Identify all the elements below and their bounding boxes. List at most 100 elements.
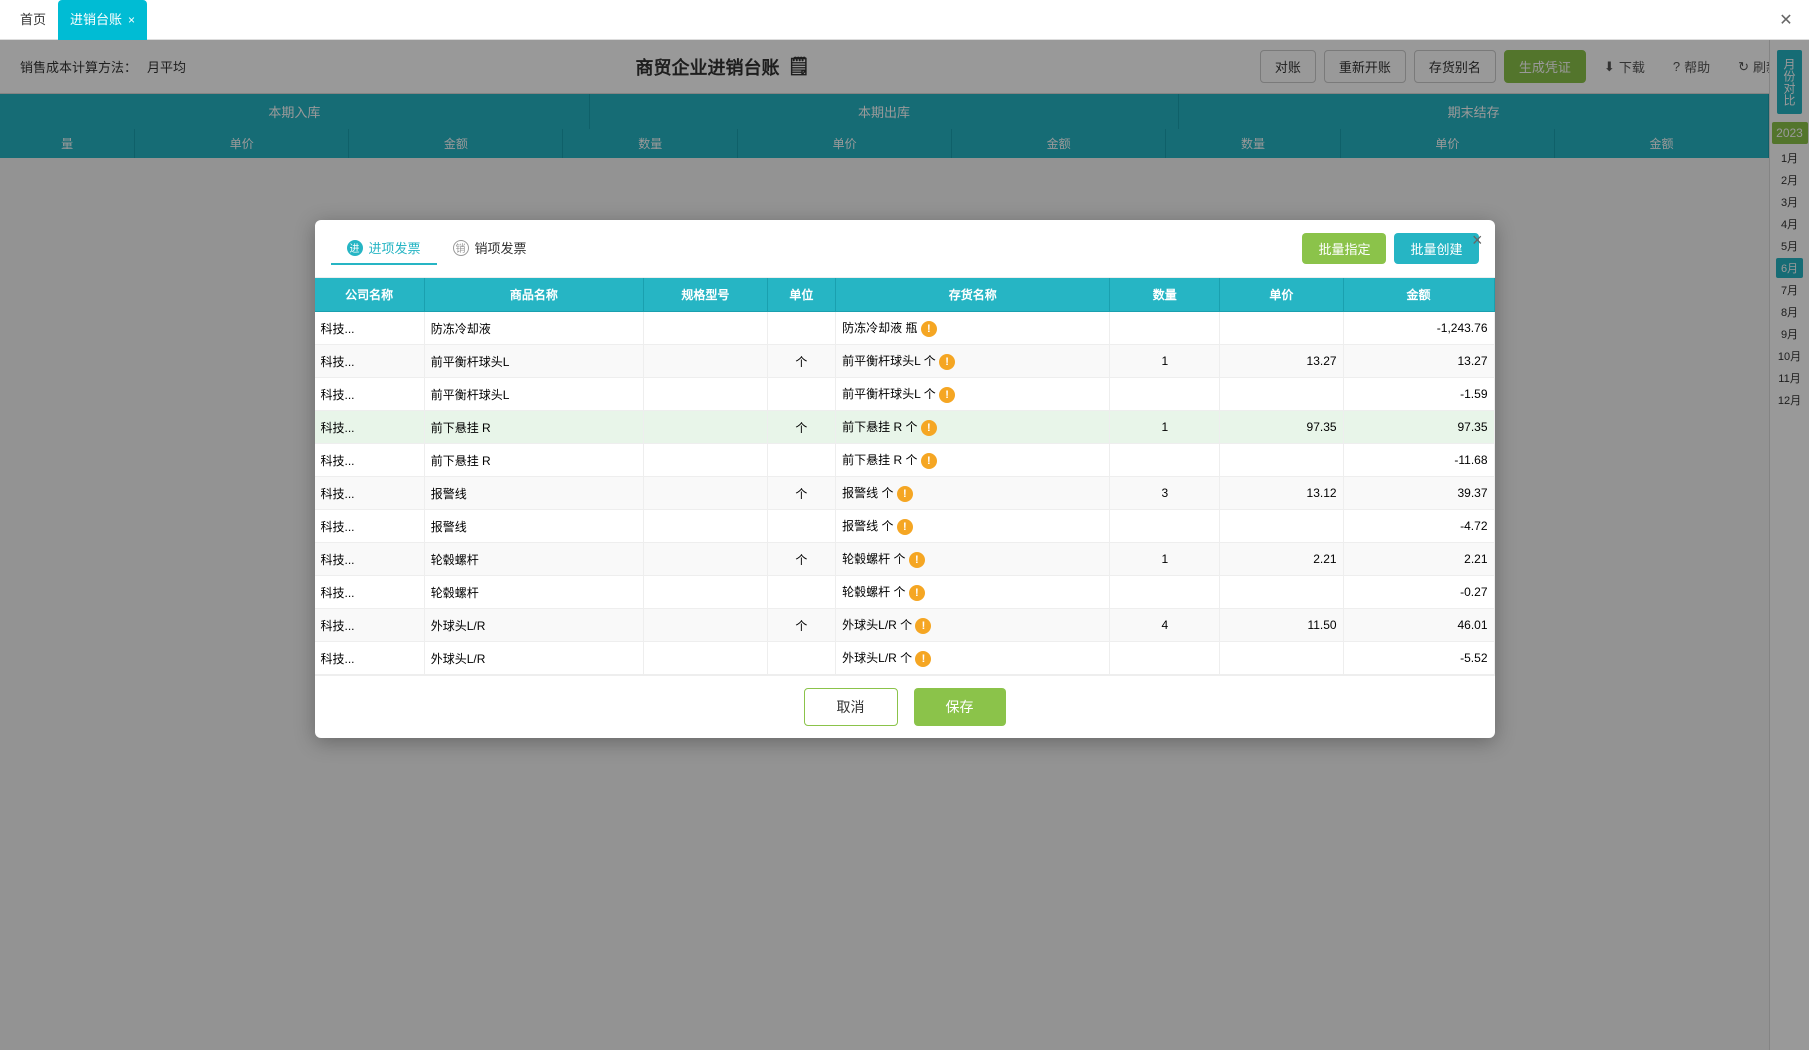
cell-qty <box>1110 510 1220 543</box>
cell-qty: 3 <box>1110 477 1220 510</box>
cell-price: 97.35 <box>1220 411 1343 444</box>
cell-amount: -5.52 <box>1343 642 1494 675</box>
cell-company: 科技... <box>315 444 425 477</box>
cell-company: 科技... <box>315 510 425 543</box>
cell-price <box>1220 312 1343 345</box>
invoice-table-body: 科技... 防冻冷却液 防冻冷却液 瓶 ! -1,243.76 科技... 前平… <box>315 312 1495 675</box>
cell-product-name: 前下悬挂 R <box>424 444 643 477</box>
app-close-button[interactable]: ✕ <box>1771 5 1801 35</box>
cell-product-name: 前平衡杆球头L <box>424 345 643 378</box>
warn-icon: ! <box>921 420 937 436</box>
table-row: 科技... 外球头L/R 外球头L/R 个 ! -5.52 <box>315 642 1495 675</box>
cell-price: 13.12 <box>1220 477 1343 510</box>
modal-tabs: 进 进项发票 销 销项发票 <box>331 232 543 265</box>
invoice-modal: 进 进项发票 销 销项发票 批量指定 批量创建 × <box>315 220 1495 738</box>
cell-qty <box>1110 312 1220 345</box>
col-stock-name: 存货名称 <box>836 278 1110 312</box>
save-button[interactable]: 保存 <box>914 688 1006 726</box>
table-header-row: 公司名称 商品名称 规格型号 单位 存货名称 数量 单价 金额 <box>315 278 1495 312</box>
cell-qty: 1 <box>1110 411 1220 444</box>
active-tab[interactable]: 进销台账 × <box>58 0 147 40</box>
cell-spec <box>644 444 767 477</box>
col-unit: 单位 <box>767 278 836 312</box>
cell-amount: 39.37 <box>1343 477 1494 510</box>
cell-spec <box>644 609 767 642</box>
cell-unit <box>767 444 836 477</box>
table-row: 科技... 报警线 报警线 个 ! -4.72 <box>315 510 1495 543</box>
cell-spec <box>644 477 767 510</box>
col-spec: 规格型号 <box>644 278 767 312</box>
col-qty: 数量 <box>1110 278 1220 312</box>
modal-close-button[interactable]: × <box>1472 230 1483 251</box>
table-row: 科技... 报警线 个 报警线 个 ! 3 13.12 39.37 <box>315 477 1495 510</box>
cell-amount: 13.27 <box>1343 345 1494 378</box>
cell-unit: 个 <box>767 609 836 642</box>
col-product-name: 商品名称 <box>424 278 643 312</box>
warn-icon: ! <box>909 552 925 568</box>
warn-icon: ! <box>939 354 955 370</box>
cancel-button[interactable]: 取消 <box>804 688 898 726</box>
col-amount: 金额 <box>1343 278 1494 312</box>
cell-unit: 个 <box>767 543 836 576</box>
table-row: 科技... 前下悬挂 R 前下悬挂 R 个 ! -11.68 <box>315 444 1495 477</box>
cell-qty <box>1110 576 1220 609</box>
in-invoice-icon: 进 <box>347 240 363 256</box>
warn-icon: ! <box>897 519 913 535</box>
cell-spec <box>644 543 767 576</box>
cell-stock-name: 前下悬挂 R 个 ! <box>836 411 1110 444</box>
warn-icon: ! <box>897 486 913 502</box>
in-invoice-label: 进项发票 <box>369 238 421 257</box>
cell-stock-name: 前平衡杆球头L 个 ! <box>836 345 1110 378</box>
cell-price <box>1220 378 1343 411</box>
home-tab[interactable]: 首页 <box>8 0 58 40</box>
cell-company: 科技... <box>315 345 425 378</box>
cell-spec <box>644 576 767 609</box>
cell-amount: 46.01 <box>1343 609 1494 642</box>
cell-unit: 个 <box>767 411 836 444</box>
cell-amount: -11.68 <box>1343 444 1494 477</box>
cell-spec <box>644 510 767 543</box>
cell-amount: -1.59 <box>1343 378 1494 411</box>
warn-icon: ! <box>915 651 931 667</box>
warn-icon: ! <box>921 321 937 337</box>
main-area: 销售成本计算方法： 月平均 商贸企业进销台账 🗒 对账 重新开账 存货别名 生成… <box>0 40 1809 1050</box>
cell-company: 科技... <box>315 642 425 675</box>
cell-qty: 1 <box>1110 543 1220 576</box>
tab-out-invoice[interactable]: 销 销项发票 <box>437 232 543 265</box>
tab-in-invoice[interactable]: 进 进项发票 <box>331 232 437 265</box>
active-tab-close[interactable]: × <box>128 0 135 40</box>
warn-icon: ! <box>915 618 931 634</box>
warn-icon: ! <box>909 585 925 601</box>
cell-product-name: 前平衡杆球头L <box>424 378 643 411</box>
col-price: 单价 <box>1220 278 1343 312</box>
warn-icon: ! <box>939 387 955 403</box>
batch-create-button[interactable]: 批量创建 <box>1394 233 1478 264</box>
col-company: 公司名称 <box>315 278 425 312</box>
cell-price <box>1220 510 1343 543</box>
cell-qty: 1 <box>1110 345 1220 378</box>
modal-footer: 取消 保存 <box>315 675 1495 738</box>
out-invoice-icon: 销 <box>453 240 469 256</box>
cell-company: 科技... <box>315 543 425 576</box>
cell-stock-name: 轮毂螺杆 个 ! <box>836 576 1110 609</box>
cell-company: 科技... <box>315 411 425 444</box>
batch-assign-button[interactable]: 批量指定 <box>1302 233 1386 264</box>
modal-overlay: 进 进项发票 销 销项发票 批量指定 批量创建 × <box>0 40 1809 1050</box>
modal-header: 进 进项发票 销 销项发票 批量指定 批量创建 × <box>315 220 1495 278</box>
modal-table-wrap[interactable]: 公司名称 商品名称 规格型号 单位 存货名称 数量 单价 金额 科技... 防冻… <box>315 278 1495 675</box>
invoice-table: 公司名称 商品名称 规格型号 单位 存货名称 数量 单价 金额 科技... 防冻… <box>315 278 1495 675</box>
cell-unit <box>767 378 836 411</box>
cell-unit: 个 <box>767 477 836 510</box>
cell-stock-name: 轮毂螺杆 个 ! <box>836 543 1110 576</box>
table-row: 科技... 外球头L/R 个 外球头L/R 个 ! 4 11.50 46.01 <box>315 609 1495 642</box>
cell-spec <box>644 312 767 345</box>
table-row: 科技... 前下悬挂 R 个 前下悬挂 R 个 ! 1 97.35 97.35 <box>315 411 1495 444</box>
cell-unit: 个 <box>767 345 836 378</box>
cell-product-name: 前下悬挂 R <box>424 411 643 444</box>
cell-stock-name: 外球头L/R 个 ! <box>836 609 1110 642</box>
table-row: 科技... 前平衡杆球头L 个 前平衡杆球头L 个 ! 1 13.27 13.2… <box>315 345 1495 378</box>
cell-product-name: 报警线 <box>424 477 643 510</box>
cell-stock-name: 报警线 个 ! <box>836 477 1110 510</box>
cell-product-name: 外球头L/R <box>424 642 643 675</box>
cell-qty <box>1110 378 1220 411</box>
